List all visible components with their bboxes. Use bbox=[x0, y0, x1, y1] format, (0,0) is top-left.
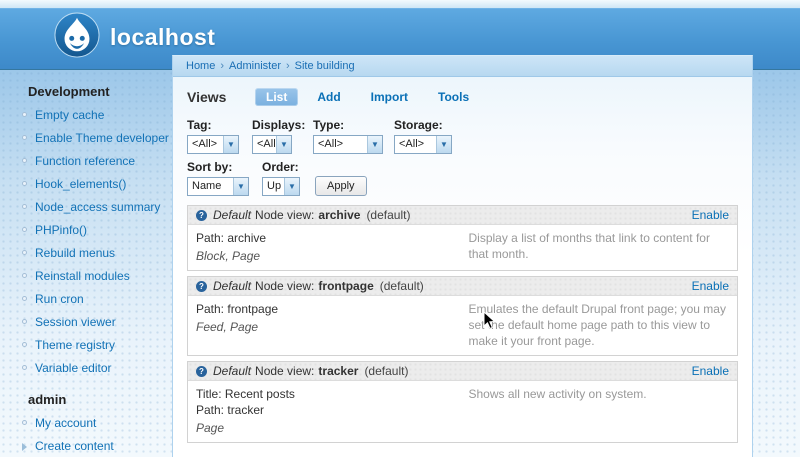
view-path: Path: archive bbox=[196, 231, 267, 245]
view-path: Path: frontpage bbox=[196, 302, 279, 316]
tab-bar: List Add Import Tools bbox=[255, 88, 480, 106]
view-description: Display a list of months that link to co… bbox=[468, 231, 710, 261]
sort-by-select[interactable]: Name ▼ bbox=[187, 177, 249, 196]
apply-button[interactable]: Apply bbox=[315, 176, 367, 196]
top-strip bbox=[0, 0, 800, 8]
sidebar-section-development: Development bbox=[28, 84, 110, 99]
view-displays: Page bbox=[196, 421, 225, 435]
view-name: archive bbox=[318, 208, 361, 222]
sidebar-item-empty-cache[interactable]: Empty cache bbox=[22, 108, 170, 123]
circle-bullet-icon bbox=[22, 416, 35, 425]
circle-bullet-icon bbox=[22, 315, 35, 324]
sidebar: Development Empty cache Enable Theme dev… bbox=[0, 70, 172, 457]
view-title: Title: Recent posts bbox=[196, 387, 295, 401]
view-path: Path: tracker bbox=[196, 403, 265, 417]
views-filters: Tag: <All> ▼ Displays: <All> ▼ Type: bbox=[187, 118, 738, 196]
collapsed-triangle-icon bbox=[22, 439, 35, 451]
tab-import[interactable]: Import bbox=[360, 88, 419, 106]
breadcrumb-site-building[interactable]: Site building bbox=[295, 60, 355, 72]
sidebar-item-session-viewer[interactable]: Session viewer bbox=[22, 315, 170, 330]
circle-bullet-icon bbox=[22, 108, 35, 117]
breadcrumb-separator: › bbox=[220, 60, 225, 72]
tag-filter-label: Tag: bbox=[187, 118, 212, 132]
sidebar-item-enable-theme-developer[interactable]: Enable Theme developer bbox=[22, 131, 170, 146]
tag-filter-select[interactable]: <All> ▼ bbox=[187, 135, 239, 154]
enable-link[interactable]: Enable bbox=[692, 208, 729, 222]
sidebar-item-rebuild-menus[interactable]: Rebuild menus bbox=[22, 246, 170, 261]
view-description: Emulates the default Drupal front page; … bbox=[468, 302, 726, 348]
help-icon[interactable]: ? bbox=[196, 280, 207, 292]
breadcrumb: Home › Administer › Site building bbox=[173, 56, 752, 77]
enable-link[interactable]: Enable bbox=[692, 279, 729, 293]
sidebar-item-node-access-summary[interactable]: Node_access summary bbox=[22, 200, 170, 215]
page-title: Views bbox=[187, 89, 227, 105]
breadcrumb-separator: › bbox=[285, 60, 290, 72]
help-icon[interactable]: ? bbox=[196, 365, 207, 377]
views-list: ? Default Node view: archive (default) E… bbox=[187, 205, 738, 443]
circle-bullet-icon bbox=[22, 131, 35, 140]
chevron-down-icon: ▼ bbox=[233, 178, 248, 195]
sidebar-item-run-cron[interactable]: Run cron bbox=[22, 292, 170, 307]
circle-bullet-icon bbox=[22, 223, 35, 232]
displays-filter-select[interactable]: <All> ▼ bbox=[252, 135, 292, 154]
view-row-frontpage: ? Default Node view: frontpage (default)… bbox=[187, 276, 738, 356]
circle-bullet-icon bbox=[22, 200, 35, 209]
chevron-down-icon: ▼ bbox=[223, 136, 238, 153]
sidebar-item-create-content[interactable]: Create content bbox=[22, 439, 170, 454]
view-name: tracker bbox=[318, 364, 359, 378]
order-select[interactable]: Up ▼ bbox=[262, 177, 300, 196]
sidebar-item-phpinfo[interactable]: PHPinfo() bbox=[22, 223, 170, 238]
breadcrumb-home[interactable]: Home bbox=[186, 60, 215, 72]
chevron-down-icon: ▼ bbox=[284, 178, 299, 195]
help-icon[interactable]: ? bbox=[196, 209, 207, 221]
chevron-down-icon: ▼ bbox=[367, 136, 382, 153]
site-name: localhost bbox=[110, 24, 216, 50]
view-displays: Feed, Page bbox=[196, 320, 259, 334]
circle-bullet-icon bbox=[22, 177, 35, 186]
order-label: Order: bbox=[262, 160, 299, 174]
view-row-tracker: ? Default Node view: tracker (default) E… bbox=[187, 361, 738, 443]
tab-list[interactable]: List bbox=[255, 88, 299, 106]
storage-filter-label: Storage: bbox=[394, 118, 443, 132]
circle-bullet-icon bbox=[22, 338, 35, 347]
tab-tools[interactable]: Tools bbox=[427, 88, 480, 106]
sidebar-item-my-account[interactable]: My account bbox=[22, 416, 170, 431]
type-filter-select[interactable]: <All> ▼ bbox=[313, 135, 383, 154]
sort-by-label: Sort by: bbox=[187, 160, 233, 174]
enable-link[interactable]: Enable bbox=[692, 364, 729, 378]
content-panel: Home › Administer › Site building Views … bbox=[172, 55, 753, 457]
storage-filter-select[interactable]: <All> ▼ bbox=[394, 135, 452, 154]
view-displays: Block, Page bbox=[196, 249, 261, 263]
sidebar-item-variable-editor[interactable]: Variable editor bbox=[22, 361, 170, 376]
sidebar-item-reinstall-modules[interactable]: Reinstall modules bbox=[22, 269, 170, 284]
sidebar-item-function-reference[interactable]: Function reference bbox=[22, 154, 170, 169]
tab-add[interactable]: Add bbox=[306, 88, 351, 106]
displays-filter-label: Displays: bbox=[252, 118, 306, 132]
view-name: frontpage bbox=[318, 279, 374, 293]
circle-bullet-icon bbox=[22, 246, 35, 255]
chevron-down-icon: ▼ bbox=[436, 136, 451, 153]
circle-bullet-icon bbox=[22, 292, 35, 301]
druplicon-logo-icon[interactable] bbox=[54, 12, 100, 58]
sidebar-item-hook-elements[interactable]: Hook_elements() bbox=[22, 177, 170, 192]
view-description: Shows all new activity on system. bbox=[468, 387, 647, 401]
chevron-down-icon: ▼ bbox=[276, 136, 291, 153]
sidebar-section-admin: admin bbox=[28, 392, 67, 407]
view-row-archive: ? Default Node view: archive (default) E… bbox=[187, 205, 738, 271]
circle-bullet-icon bbox=[22, 154, 35, 163]
sidebar-item-theme-registry[interactable]: Theme registry bbox=[22, 338, 170, 353]
type-filter-label: Type: bbox=[313, 118, 345, 132]
circle-bullet-icon bbox=[22, 361, 35, 370]
breadcrumb-administer[interactable]: Administer bbox=[229, 60, 281, 72]
circle-bullet-icon bbox=[22, 269, 35, 278]
